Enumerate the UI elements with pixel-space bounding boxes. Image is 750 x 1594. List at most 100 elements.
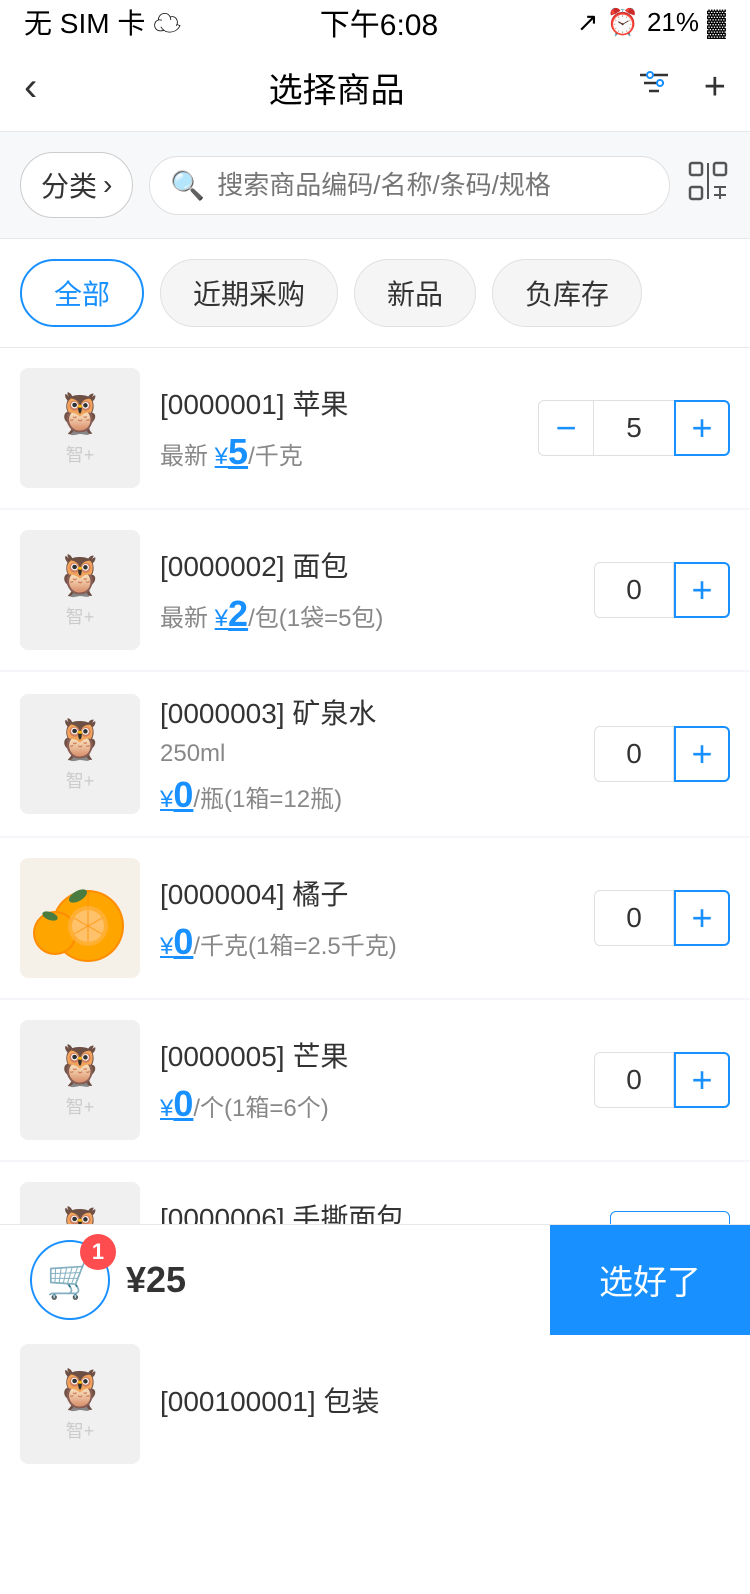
- cart-badge: 1: [80, 1234, 116, 1270]
- category-button[interactable]: 分类 ›: [20, 152, 133, 218]
- filter-icon[interactable]: [636, 65, 672, 111]
- list-item: 🦉 智+ [000100001] 包装: [0, 1324, 750, 1484]
- increase-button[interactable]: +: [674, 562, 730, 618]
- price-value: 0: [173, 774, 193, 815]
- price-currency: ¥: [160, 1095, 173, 1122]
- page-title: 选择商品: [269, 63, 405, 112]
- product-name: [0000002] 面包: [160, 545, 574, 585]
- price-label: 最新: [160, 443, 215, 470]
- product-quantity: +: [594, 562, 730, 618]
- scan-icon[interactable]: [686, 159, 730, 212]
- add-button[interactable]: +: [704, 66, 726, 109]
- product-name: [0000003] 矿泉水: [160, 692, 574, 732]
- product-price: 最新 ¥5/千克: [160, 431, 518, 473]
- owl-text: 智+: [66, 767, 95, 793]
- filter-tabs: 全部 近期采购 新品 负库存: [0, 239, 750, 348]
- price-value: 0: [173, 1083, 193, 1124]
- tab-recent-purchase[interactable]: 近期采购: [160, 259, 338, 327]
- increase-button[interactable]: +: [674, 726, 730, 782]
- product-quantity: +: [594, 1052, 730, 1108]
- orange-svg: [20, 858, 140, 978]
- product-name: [0000001] 苹果: [160, 383, 518, 423]
- bottom-bar: 1 🛒 ¥25 选好了: [0, 1224, 750, 1334]
- product-info: [0000001] 苹果 最新 ¥5/千克: [160, 383, 518, 473]
- quantity-input[interactable]: [594, 890, 674, 946]
- product-image: 🦉 智+: [20, 694, 140, 814]
- status-network: 无 SIM 卡 ☁: [24, 2, 181, 42]
- status-time: 下午6:08: [320, 0, 438, 44]
- product-image: 🦉 智+: [20, 368, 140, 488]
- quantity-input[interactable]: [594, 400, 674, 456]
- cart-total: ¥25: [126, 1259, 186, 1301]
- list-item: 🦉 智+ [0000005] 芒果 ¥0/个(1箱=6个) +: [0, 1000, 750, 1160]
- search-section: 分类 › 🔍: [0, 132, 750, 239]
- list-item: 🦉 智+ [0000001] 苹果 最新 ¥5/千克 − +: [0, 348, 750, 508]
- placeholder-image: 🦉 智+: [20, 530, 140, 650]
- increase-button[interactable]: +: [674, 400, 730, 456]
- owl-icon: 🦉: [55, 552, 105, 599]
- nav-bar: ‹ 选择商品 +: [0, 44, 750, 132]
- confirm-button[interactable]: 选好了: [550, 1225, 750, 1335]
- product-price: 最新 ¥2/包(1袋=5包): [160, 593, 574, 635]
- product-quantity: +: [594, 890, 730, 946]
- price-currency: ¥: [160, 786, 173, 813]
- list-item: 🦉 智+ [0000003] 矿泉水 250ml ¥0/瓶(1箱=12瓶) +: [0, 672, 750, 836]
- price-unit: /个(1箱=6个): [193, 1095, 328, 1122]
- price-value: 0: [173, 921, 193, 962]
- search-input[interactable]: [217, 170, 649, 201]
- tab-all[interactable]: 全部: [20, 259, 144, 327]
- status-bar: 无 SIM 卡 ☁ 下午6:08 ↗ ⏰ 21% ▓: [0, 0, 750, 44]
- search-icon: 🔍: [170, 169, 205, 202]
- status-right: ↗ ⏰ 21% ▓: [577, 7, 726, 38]
- decrease-button[interactable]: −: [538, 400, 594, 456]
- quantity-input[interactable]: [594, 1052, 674, 1108]
- price-unit: /瓶(1箱=12瓶): [193, 786, 342, 813]
- product-image: 🦉 智+: [20, 530, 140, 650]
- search-input-wrap: 🔍: [149, 156, 670, 215]
- price-unit: /千克: [248, 443, 303, 470]
- placeholder-image: 🦉 智+: [20, 1344, 140, 1464]
- product-price: ¥0/个(1箱=6个): [160, 1083, 574, 1125]
- product-price: ¥0/瓶(1箱=12瓶): [160, 774, 574, 816]
- product-quantity: +: [594, 726, 730, 782]
- price-value: 5: [228, 431, 248, 472]
- cart-section: 1 🛒 ¥25: [0, 1240, 550, 1320]
- tab-negative-stock[interactable]: 负库存: [492, 259, 642, 327]
- battery-icon: ▓: [707, 7, 726, 38]
- product-info: [0000003] 矿泉水 250ml ¥0/瓶(1箱=12瓶): [160, 692, 574, 816]
- product-price: ¥0/千克(1箱=2.5千克): [160, 921, 574, 963]
- list-item: [0000004] 橘子 ¥0/千克(1箱=2.5千克) +: [0, 838, 750, 998]
- cart-button[interactable]: 1 🛒: [30, 1240, 110, 1320]
- product-name: [0000005] 芒果: [160, 1035, 574, 1075]
- product-spec: 250ml: [160, 740, 574, 768]
- product-name: [0000004] 橘子: [160, 873, 574, 913]
- tab-new[interactable]: 新品: [354, 259, 476, 327]
- product-quantity: − +: [538, 400, 730, 456]
- quantity-input[interactable]: [594, 726, 674, 782]
- owl-icon: 🦉: [55, 1366, 105, 1413]
- chevron-right-icon: ›: [103, 169, 112, 201]
- alarm-icon: ⏰: [607, 7, 639, 38]
- quantity-input[interactable]: [594, 562, 674, 618]
- product-info: [0000005] 芒果 ¥0/个(1箱=6个): [160, 1035, 574, 1125]
- owl-icon: 🦉: [55, 390, 105, 437]
- product-image: 🦉 智+: [20, 1020, 140, 1140]
- owl-icon: 🦉: [55, 716, 105, 763]
- product-image: [20, 858, 140, 978]
- owl-text: 智+: [66, 1417, 95, 1443]
- product-info: [0000004] 橘子 ¥0/千克(1箱=2.5千克): [160, 873, 574, 963]
- list-item: 🦉 智+ [0000002] 面包 最新 ¥2/包(1袋=5包) +: [0, 510, 750, 670]
- increase-button[interactable]: +: [674, 1052, 730, 1108]
- placeholder-image: 🦉 智+: [20, 694, 140, 814]
- battery-level: 21%: [647, 7, 699, 38]
- placeholder-image: 🦉 智+: [20, 1020, 140, 1140]
- product-info: [000100001] 包装: [160, 1380, 730, 1428]
- price-unit: /包(1袋=5包): [248, 605, 383, 632]
- back-button[interactable]: ‹: [24, 65, 37, 110]
- owl-text: 智+: [66, 441, 95, 467]
- price-currency: ¥: [215, 443, 228, 470]
- product-info: [0000002] 面包 最新 ¥2/包(1袋=5包): [160, 545, 574, 635]
- price-label: 最新: [160, 605, 215, 632]
- price-unit: /千克(1箱=2.5千克): [193, 933, 396, 960]
- increase-button[interactable]: +: [674, 890, 730, 946]
